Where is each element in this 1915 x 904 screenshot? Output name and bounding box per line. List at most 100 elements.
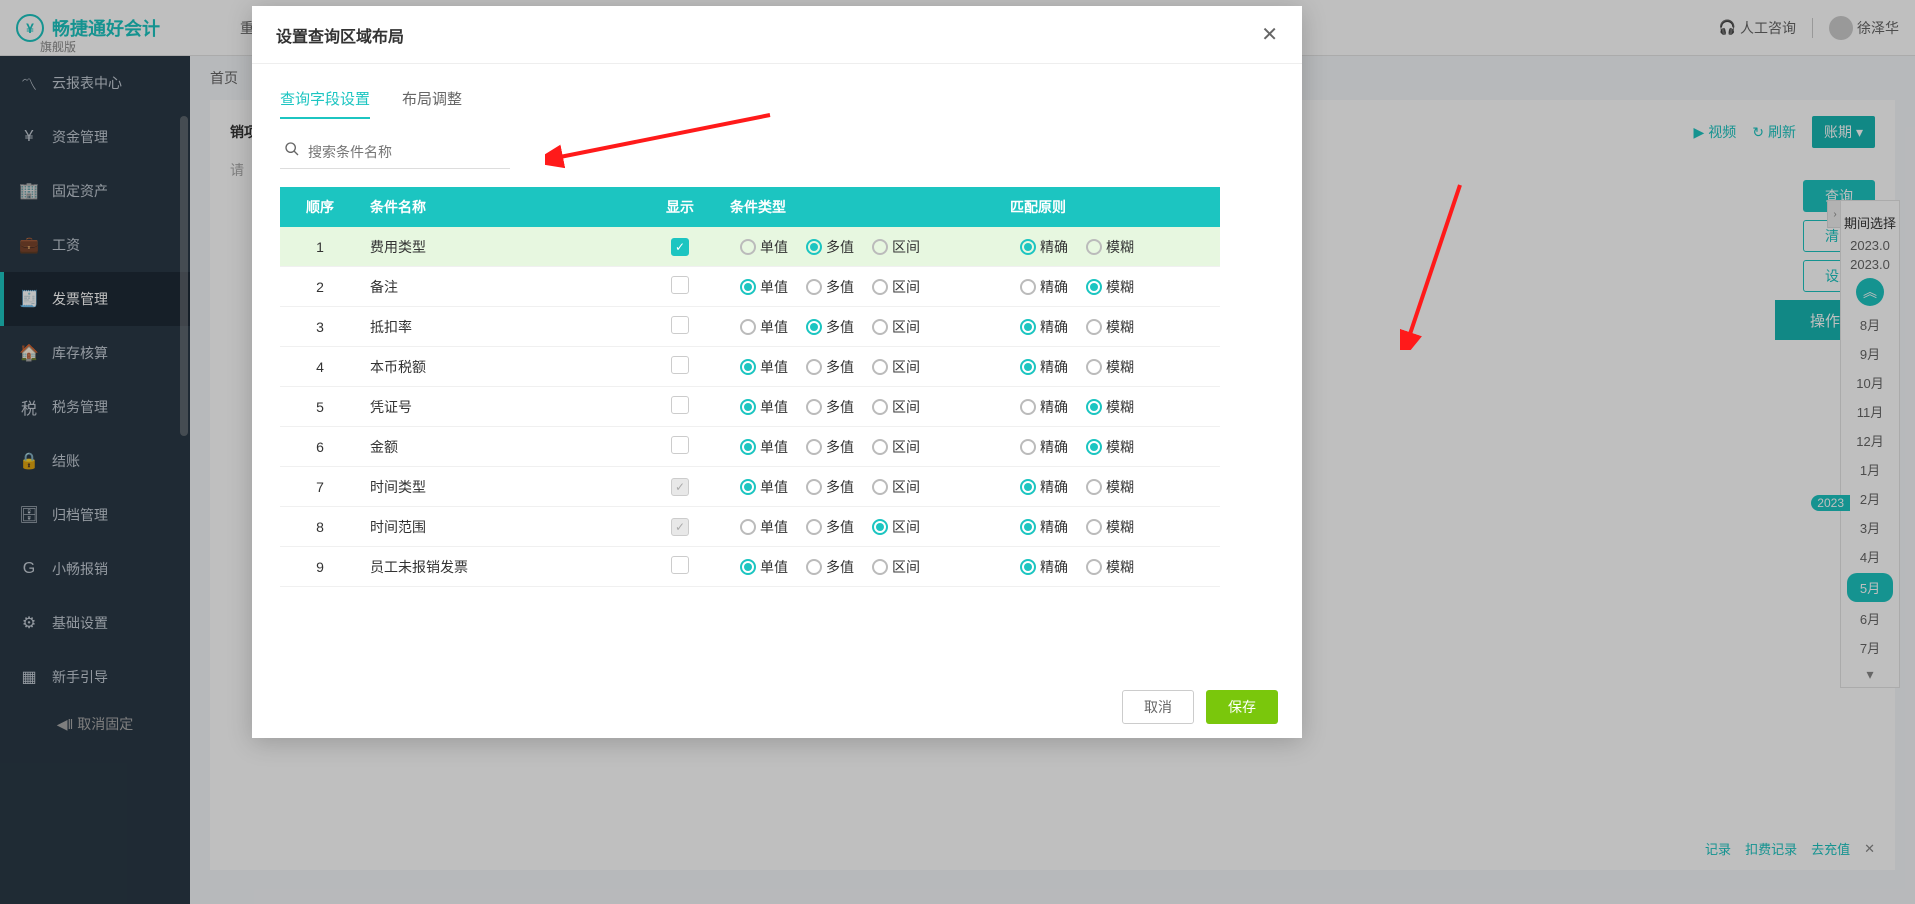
match-radio-1[interactable]: 模糊 (1086, 517, 1134, 537)
match-radio-1[interactable]: 模糊 (1086, 437, 1134, 457)
type-radio-1[interactable]: 多值 (806, 357, 854, 377)
type-radio-0[interactable]: 单值 (740, 357, 788, 377)
type-radio-0[interactable]: 单值 (740, 437, 788, 457)
show-checkbox[interactable]: ✓ (671, 238, 689, 256)
row-name: 金额 (360, 437, 640, 457)
row-show-cell (640, 356, 720, 377)
table-row: 7时间类型✓单值多值区间精确模糊 (280, 467, 1220, 507)
type-radio-0[interactable]: 单值 (740, 277, 788, 297)
dialog-body: 查询字段设置 布局调整 顺序 条件名称 显示 条件类型 匹配原则 1费用类型✓单… (252, 64, 1302, 676)
type-radio-1[interactable]: 多值 (806, 277, 854, 297)
radio-icon (1086, 479, 1102, 495)
show-checkbox: ✓ (671, 518, 689, 536)
row-name: 费用类型 (360, 237, 640, 257)
radio-icon (740, 399, 756, 415)
row-order: 7 (280, 479, 360, 495)
type-radio-0[interactable]: 单值 (740, 517, 788, 537)
type-radio-2[interactable]: 区间 (872, 477, 920, 497)
show-checkbox[interactable] (671, 316, 689, 334)
type-radio-0[interactable]: 单值 (740, 557, 788, 577)
match-radio-1[interactable]: 模糊 (1086, 237, 1134, 257)
show-checkbox[interactable] (671, 396, 689, 414)
tab-query-fields[interactable]: 查询字段设置 (280, 88, 370, 119)
table-row: 2备注单值多值区间精确模糊 (280, 267, 1220, 307)
type-radio-2[interactable]: 区间 (872, 357, 920, 377)
radio-label: 区间 (892, 357, 920, 377)
save-button[interactable]: 保存 (1206, 690, 1278, 724)
match-radio-0[interactable]: 精确 (1020, 357, 1068, 377)
radio-icon (1020, 319, 1036, 335)
type-radio-2[interactable]: 区间 (872, 557, 920, 577)
dialog-tabs: 查询字段设置 布局调整 (280, 88, 1274, 119)
radio-icon (806, 479, 822, 495)
type-radio-0[interactable]: 单值 (740, 397, 788, 417)
radio-icon (806, 279, 822, 295)
match-radio-0[interactable]: 精确 (1020, 477, 1068, 497)
radio-label: 区间 (892, 237, 920, 257)
match-radio-1[interactable]: 模糊 (1086, 277, 1134, 297)
match-radio-0[interactable]: 精确 (1020, 437, 1068, 457)
match-radio-1[interactable]: 模糊 (1086, 477, 1134, 497)
cancel-button[interactable]: 取消 (1122, 690, 1194, 724)
row-show-cell: ✓ (640, 518, 720, 536)
type-radio-2[interactable]: 区间 (872, 517, 920, 537)
radio-label: 区间 (892, 557, 920, 577)
radio-label: 精确 (1040, 517, 1068, 537)
type-radio-0[interactable]: 单值 (740, 237, 788, 257)
row-order: 9 (280, 559, 360, 575)
row-order: 3 (280, 319, 360, 335)
type-radio-1[interactable]: 多值 (806, 317, 854, 337)
radio-icon (1020, 359, 1036, 375)
type-radio-2[interactable]: 区间 (872, 437, 920, 457)
match-radio-0[interactable]: 精确 (1020, 397, 1068, 417)
type-radio-0[interactable]: 单值 (740, 317, 788, 337)
type-radio-2[interactable]: 区间 (872, 277, 920, 297)
type-radio-1[interactable]: 多值 (806, 477, 854, 497)
row-name: 凭证号 (360, 397, 640, 417)
type-radio-0[interactable]: 单值 (740, 477, 788, 497)
type-radio-2[interactable]: 区间 (872, 237, 920, 257)
radio-icon (740, 359, 756, 375)
tab-layout-adjust[interactable]: 布局调整 (402, 88, 462, 119)
radio-label: 单值 (760, 477, 788, 497)
radio-label: 多值 (826, 517, 854, 537)
match-radio-0[interactable]: 精确 (1020, 237, 1068, 257)
show-checkbox[interactable] (671, 556, 689, 574)
match-radio-1[interactable]: 模糊 (1086, 317, 1134, 337)
match-radio-1[interactable]: 模糊 (1086, 357, 1134, 377)
type-radio-1[interactable]: 多值 (806, 237, 854, 257)
table-row: 8时间范围✓单值多值区间精确模糊 (280, 507, 1220, 547)
type-radio-2[interactable]: 区间 (872, 397, 920, 417)
match-radio-0[interactable]: 精确 (1020, 557, 1068, 577)
type-radio-1[interactable]: 多值 (806, 437, 854, 457)
radio-icon (740, 279, 756, 295)
row-match-cell: 精确模糊 (1000, 517, 1220, 537)
search-box[interactable] (280, 135, 510, 169)
radio-icon (872, 559, 888, 575)
type-radio-1[interactable]: 多值 (806, 557, 854, 577)
match-radio-1[interactable]: 模糊 (1086, 557, 1134, 577)
search-icon (284, 141, 300, 162)
row-order: 2 (280, 279, 360, 295)
radio-icon (806, 559, 822, 575)
match-radio-0[interactable]: 精确 (1020, 277, 1068, 297)
match-radio-0[interactable]: 精确 (1020, 517, 1068, 537)
type-radio-1[interactable]: 多值 (806, 517, 854, 537)
settings-dialog: 设置查询区域布局 ✕ 查询字段设置 布局调整 顺序 条件名称 显示 条件类型 匹… (252, 6, 1302, 738)
match-radio-1[interactable]: 模糊 (1086, 397, 1134, 417)
show-checkbox[interactable] (671, 436, 689, 454)
show-checkbox[interactable] (671, 356, 689, 374)
show-checkbox[interactable] (671, 276, 689, 294)
close-icon[interactable]: ✕ (1261, 22, 1278, 47)
radio-icon (872, 479, 888, 495)
match-radio-0[interactable]: 精确 (1020, 317, 1068, 337)
radio-icon (806, 319, 822, 335)
row-order: 5 (280, 399, 360, 415)
search-input[interactable] (308, 144, 506, 160)
radio-icon (1086, 439, 1102, 455)
row-type-cell: 单值多值 区间 (720, 557, 1000, 577)
radio-icon (872, 279, 888, 295)
type-radio-2[interactable]: 区间 (872, 317, 920, 337)
radio-label: 模糊 (1106, 357, 1134, 377)
type-radio-1[interactable]: 多值 (806, 397, 854, 417)
